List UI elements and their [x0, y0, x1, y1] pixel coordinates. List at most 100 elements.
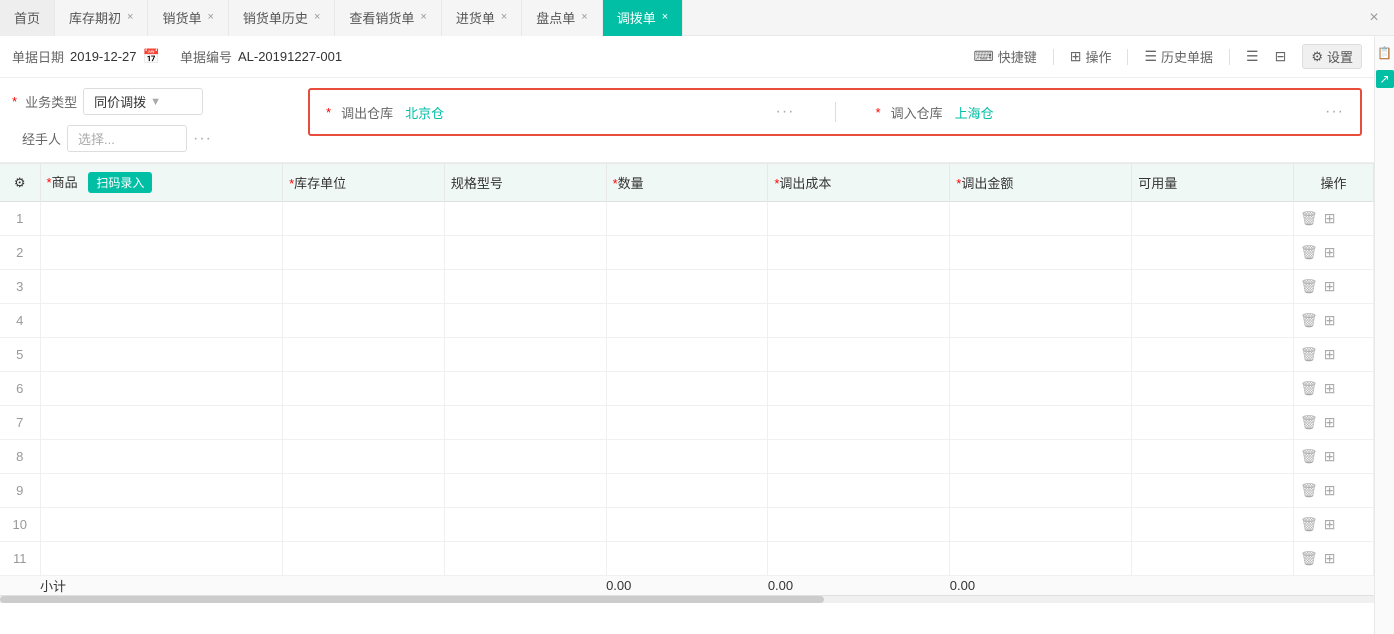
row-cost-1[interactable] [768, 202, 950, 236]
tab-inventory-check[interactable]: 盘点单 × [522, 0, 602, 36]
row-unit-4[interactable] [283, 304, 445, 338]
row-available-10[interactable] [1132, 508, 1294, 542]
tab-inventory-check-close[interactable]: × [581, 12, 587, 23]
row-spec-6[interactable] [444, 372, 606, 406]
handler-more-button[interactable]: ··· [193, 130, 212, 148]
copy-icon-5[interactable]: ⊞ [1324, 346, 1336, 363]
horizontal-scrollbar[interactable] [0, 595, 1374, 603]
row-quantity-9[interactable] [606, 474, 768, 508]
row-product-11[interactable] [40, 542, 283, 576]
row-spec-8[interactable] [444, 440, 606, 474]
row-quantity-10[interactable] [606, 508, 768, 542]
row-quantity-7[interactable] [606, 406, 768, 440]
row-amount-4[interactable] [950, 304, 1132, 338]
row-available-3[interactable] [1132, 270, 1294, 304]
row-unit-10[interactable] [283, 508, 445, 542]
row-quantity-6[interactable] [606, 372, 768, 406]
scrollbar-thumb[interactable] [0, 596, 824, 603]
row-cost-3[interactable] [768, 270, 950, 304]
row-cost-4[interactable] [768, 304, 950, 338]
row-unit-1[interactable] [283, 202, 445, 236]
row-product-7[interactable] [40, 406, 283, 440]
sidebar-doc-icon[interactable]: 📋 [1376, 44, 1394, 62]
row-product-9[interactable] [40, 474, 283, 508]
delete-icon-5[interactable]: 🗑 [1300, 346, 1318, 363]
out-warehouse-value[interactable]: 北京仓 [405, 103, 444, 122]
settings-col-icon[interactable]: ⚙ [14, 175, 26, 190]
copy-icon-1[interactable]: ⊞ [1324, 210, 1336, 227]
row-unit-7[interactable] [283, 406, 445, 440]
copy-icon-8[interactable]: ⊞ [1324, 448, 1336, 465]
row-amount-2[interactable] [950, 236, 1132, 270]
copy-icon-2[interactable]: ⊞ [1324, 244, 1336, 261]
row-quantity-3[interactable] [606, 270, 768, 304]
copy-icon-4[interactable]: ⊞ [1324, 312, 1336, 329]
delete-icon-11[interactable]: 🗑 [1300, 550, 1318, 567]
row-unit-11[interactable] [283, 542, 445, 576]
row-product-3[interactable] [40, 270, 283, 304]
row-cost-9[interactable] [768, 474, 950, 508]
row-product-1[interactable] [40, 202, 283, 236]
tab-inventory-init-close[interactable]: × [127, 12, 133, 23]
row-unit-5[interactable] [283, 338, 445, 372]
tab-sales-history[interactable]: 销货单历史 × [229, 0, 335, 36]
tab-view-sales[interactable]: 查看销货单 × [335, 0, 441, 36]
row-cost-10[interactable] [768, 508, 950, 542]
layout-list-button[interactable]: ☰ [1246, 48, 1259, 65]
row-unit-8[interactable] [283, 440, 445, 474]
row-spec-9[interactable] [444, 474, 606, 508]
row-amount-6[interactable] [950, 372, 1132, 406]
layout-grid-button[interactable]: ⊟ [1275, 48, 1287, 65]
delete-icon-3[interactable]: 🗑 [1300, 278, 1318, 295]
copy-icon-3[interactable]: ⊞ [1324, 278, 1336, 295]
row-product-6[interactable] [40, 372, 283, 406]
delete-icon-4[interactable]: 🗑 [1300, 312, 1318, 329]
copy-icon-6[interactable]: ⊞ [1324, 380, 1336, 397]
copy-icon-11[interactable]: ⊞ [1324, 550, 1336, 567]
tab-transfer-order-close[interactable]: × [662, 12, 668, 23]
row-product-2[interactable] [40, 236, 283, 270]
out-warehouse-more-button[interactable]: ··· [776, 103, 795, 121]
delete-icon-8[interactable]: 🗑 [1300, 448, 1318, 465]
row-unit-2[interactable] [283, 236, 445, 270]
row-available-5[interactable] [1132, 338, 1294, 372]
row-available-7[interactable] [1132, 406, 1294, 440]
row-cost-11[interactable] [768, 542, 950, 576]
row-product-4[interactable] [40, 304, 283, 338]
in-warehouse-value[interactable]: 上海仓 [955, 103, 994, 122]
in-warehouse-more-button[interactable]: ··· [1325, 103, 1344, 121]
row-amount-11[interactable] [950, 542, 1132, 576]
tab-transfer-order[interactable]: 调拨单 × [603, 0, 683, 36]
row-amount-9[interactable] [950, 474, 1132, 508]
row-product-5[interactable] [40, 338, 283, 372]
business-type-dropdown[interactable]: 同价调拨 ▼ [83, 88, 203, 115]
row-quantity-4[interactable] [606, 304, 768, 338]
history-button[interactable]: ☰ 历史单据 [1144, 47, 1213, 66]
delete-icon-2[interactable]: 🗑 [1300, 244, 1318, 261]
delete-icon-10[interactable]: 🗑 [1300, 516, 1318, 533]
row-available-2[interactable] [1132, 236, 1294, 270]
row-unit-6[interactable] [283, 372, 445, 406]
row-spec-1[interactable] [444, 202, 606, 236]
row-spec-5[interactable] [444, 338, 606, 372]
row-spec-3[interactable] [444, 270, 606, 304]
row-spec-2[interactable] [444, 236, 606, 270]
tab-view-sales-close[interactable]: × [420, 12, 426, 23]
row-spec-7[interactable] [444, 406, 606, 440]
tab-sales-order-close[interactable]: × [207, 12, 213, 23]
settings-button[interactable]: ⚙ 设置 [1302, 44, 1362, 69]
row-amount-5[interactable] [950, 338, 1132, 372]
shortcuts-button[interactable]: ⌨ 快捷键 [973, 47, 1036, 66]
calendar-icon[interactable]: 📅 [143, 48, 160, 65]
row-available-9[interactable] [1132, 474, 1294, 508]
tab-sales-history-close[interactable]: × [314, 12, 320, 23]
delete-icon-1[interactable]: 🗑 [1300, 210, 1318, 227]
row-quantity-11[interactable] [606, 542, 768, 576]
row-available-1[interactable] [1132, 202, 1294, 236]
row-available-11[interactable] [1132, 542, 1294, 576]
row-cost-6[interactable] [768, 372, 950, 406]
row-amount-8[interactable] [950, 440, 1132, 474]
row-amount-1[interactable] [950, 202, 1132, 236]
sidebar-expand-icon[interactable]: ↗ [1376, 70, 1394, 88]
operations-button[interactable]: ⊞ 操作 [1070, 47, 1112, 66]
